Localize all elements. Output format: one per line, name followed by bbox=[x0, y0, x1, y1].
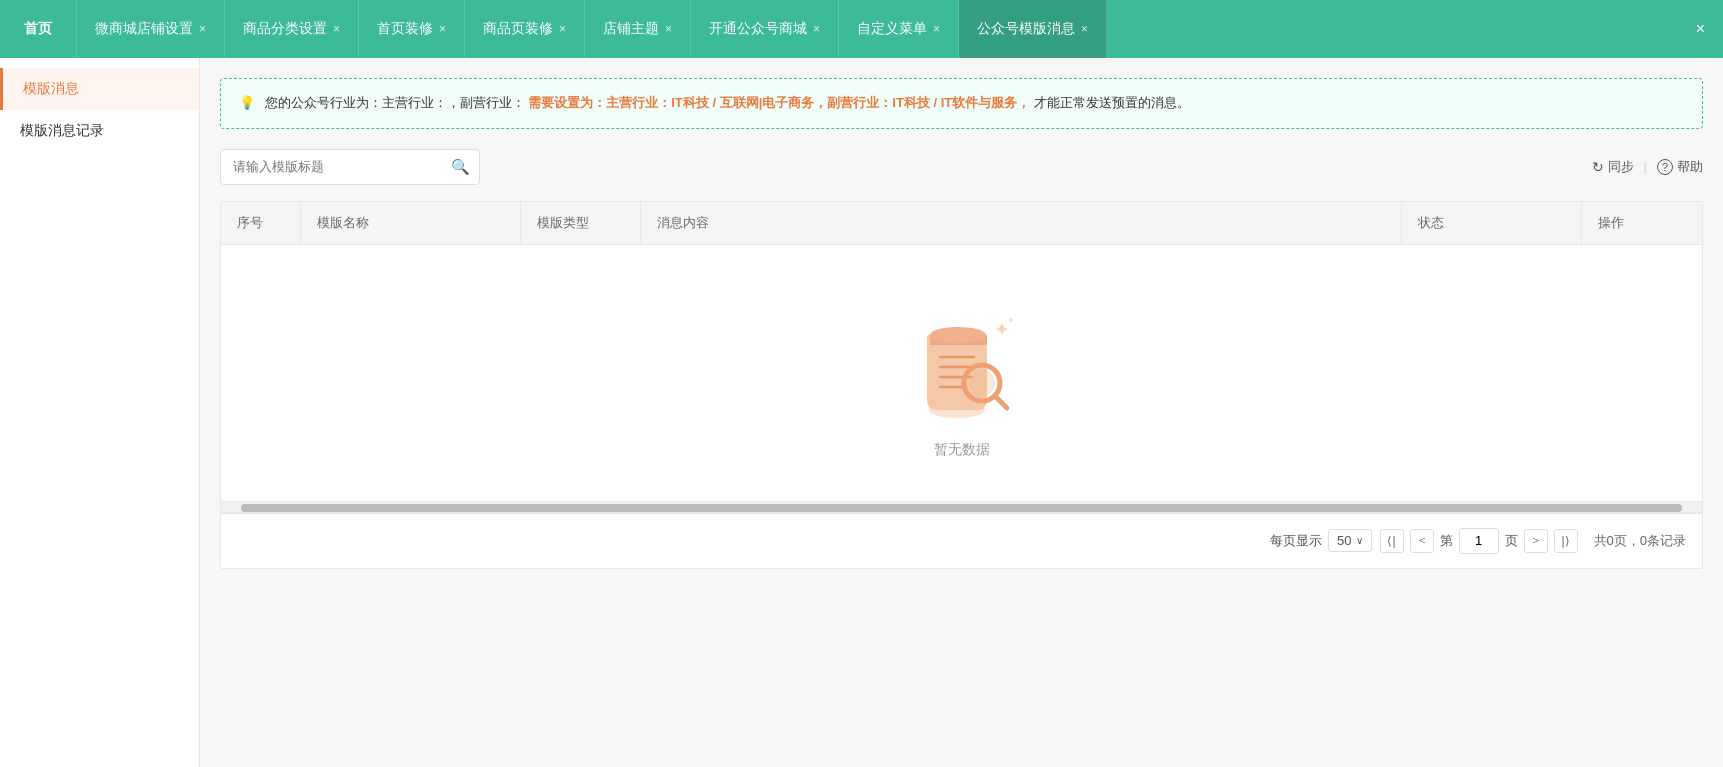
last-page-button[interactable]: |⟩ bbox=[1554, 529, 1578, 553]
th-type: 模版类型 bbox=[521, 202, 641, 244]
horizontal-scrollbar[interactable] bbox=[221, 501, 1702, 513]
notice-highlight: 需要设置为：主营行业：IT科技 / 互联网|电子商务，副营行业：IT科技 / I… bbox=[528, 95, 1030, 110]
svg-point-7 bbox=[969, 370, 995, 396]
last-page-icon: |⟩ bbox=[1561, 534, 1569, 548]
nav-tab-product-category[interactable]: 商品分类设置 × bbox=[225, 0, 359, 58]
nav-tab-product-decor[interactable]: 商品页装修 × bbox=[465, 0, 585, 58]
close-template-msg-icon[interactable]: × bbox=[1081, 22, 1088, 36]
nav-tab-open-mall[interactable]: 开通公众号商城 × bbox=[691, 0, 839, 58]
sync-button[interactable]: ↻ 同步 bbox=[1592, 158, 1634, 176]
page-size-select: 每页显示 50 ∨ bbox=[1270, 529, 1371, 552]
search-input[interactable] bbox=[220, 149, 480, 185]
th-status: 状态 bbox=[1402, 202, 1582, 244]
page-size-dropdown[interactable]: 50 ∨ bbox=[1328, 529, 1371, 552]
nav-tab-custom-menu-label: 自定义菜单 bbox=[857, 20, 927, 38]
close-custom-menu-icon[interactable]: × bbox=[933, 22, 940, 36]
nav-tab-shop-theme-label: 店铺主题 bbox=[603, 20, 659, 38]
nav-tab-home[interactable]: 首页 bbox=[0, 0, 77, 58]
empty-text: 暂无数据 bbox=[934, 441, 990, 459]
th-name: 模版名称 bbox=[301, 202, 521, 244]
page-navigation: ⟨| ＜ 第 页 ＞ |⟩ bbox=[1380, 528, 1578, 554]
close-open-mall-icon[interactable]: × bbox=[813, 22, 820, 36]
top-navigation: 首页 微商城店铺设置 × 商品分类设置 × 首页装修 × 商品页装修 × 店铺主… bbox=[0, 0, 1723, 58]
data-table: 序号 模版名称 模版类型 消息内容 状态 操作 bbox=[220, 201, 1703, 569]
sidebar-item-template-msg[interactable]: 模版消息 bbox=[0, 68, 199, 110]
nav-tab-template-msg[interactable]: 公众号模版消息 × bbox=[959, 0, 1107, 58]
svg-line-8 bbox=[995, 396, 1007, 408]
total-info: 共0页，0条记录 bbox=[1594, 532, 1686, 550]
nav-tab-product-decor-label: 商品页装修 bbox=[483, 20, 553, 38]
close-product-decor-icon[interactable]: × bbox=[559, 22, 566, 36]
nav-tab-custom-menu[interactable]: 自定义菜单 × bbox=[839, 0, 959, 58]
close-shop-theme-icon[interactable]: × bbox=[665, 22, 672, 36]
th-action-label: 操作 bbox=[1598, 215, 1624, 230]
notice-icon: 💡 bbox=[239, 93, 255, 114]
page-size-label: 每页显示 bbox=[1270, 532, 1322, 550]
empty-state: 暂无数据 bbox=[221, 245, 1702, 499]
th-seq: 序号 bbox=[221, 202, 301, 244]
page-number-input[interactable] bbox=[1459, 528, 1499, 554]
nav-tab-wechat-shop-label: 微商城店铺设置 bbox=[95, 20, 193, 38]
th-name-label: 模版名称 bbox=[317, 215, 369, 230]
toolbar-right: ↻ 同步 | ? 帮助 bbox=[1592, 158, 1703, 176]
nav-tab-product-category-label: 商品分类设置 bbox=[243, 20, 327, 38]
nav-tab-open-mall-label: 开通公众号商城 bbox=[709, 20, 807, 38]
table-header: 序号 模版名称 模版类型 消息内容 状态 操作 bbox=[221, 202, 1702, 245]
th-type-label: 模版类型 bbox=[537, 215, 589, 230]
prev-page-button[interactable]: ＜ bbox=[1410, 529, 1434, 553]
close-wechat-shop-icon[interactable]: × bbox=[199, 22, 206, 36]
notice-suffix: 才能正常发送预置的消息。 bbox=[1034, 95, 1190, 110]
sync-label: 同步 bbox=[1608, 158, 1634, 176]
next-page-icon: ＞ bbox=[1530, 532, 1542, 549]
sidebar-item-template-msg-label: 模版消息 bbox=[23, 80, 79, 96]
search-input-wrap: 🔍 bbox=[220, 149, 480, 185]
next-page-button[interactable]: ＞ bbox=[1524, 529, 1548, 553]
sync-icon: ↻ bbox=[1592, 159, 1604, 175]
nav-tab-home-decor[interactable]: 首页装修 × bbox=[359, 0, 465, 58]
nav-tab-shop-theme[interactable]: 店铺主题 × bbox=[585, 0, 691, 58]
nav-tab-wechat-shop[interactable]: 微商城店铺设置 × bbox=[77, 0, 225, 58]
first-page-button[interactable]: ⟨| bbox=[1380, 529, 1404, 553]
th-status-label: 状态 bbox=[1418, 215, 1444, 230]
th-action: 操作 bbox=[1582, 202, 1702, 244]
close-all-icon: × bbox=[1696, 20, 1705, 37]
nav-tab-home-label: 首页 bbox=[24, 20, 52, 38]
close-product-category-icon[interactable]: × bbox=[333, 22, 340, 36]
first-page-icon: ⟨| bbox=[1387, 534, 1395, 548]
close-home-decor-icon[interactable]: × bbox=[439, 22, 446, 36]
sidebar-item-template-msg-record[interactable]: 模版消息记录 bbox=[0, 110, 199, 152]
sidebar-item-template-msg-record-label: 模版消息记录 bbox=[20, 122, 104, 138]
prev-page-icon: ＜ bbox=[1416, 532, 1428, 549]
close-all-button[interactable]: × bbox=[1678, 20, 1723, 38]
search-icon[interactable]: 🔍 bbox=[451, 158, 470, 176]
th-content: 消息内容 bbox=[641, 202, 1402, 244]
notice-box: 💡 您的公众号行业为：主营行业：，副营行业： 需要设置为：主营行业：IT科技 /… bbox=[220, 78, 1703, 129]
sidebar: 模版消息 模版消息记录 bbox=[0, 58, 200, 767]
content-area: 💡 您的公众号行业为：主营行业：，副营行业： 需要设置为：主营行业：IT科技 /… bbox=[200, 58, 1723, 767]
th-content-label: 消息内容 bbox=[657, 215, 709, 230]
scrollbar-thumb[interactable] bbox=[241, 504, 1682, 512]
help-label: 帮助 bbox=[1677, 158, 1703, 176]
page-label-pre: 第 bbox=[1440, 532, 1453, 550]
help-icon: ? bbox=[1657, 159, 1673, 175]
chevron-down-icon: ∨ bbox=[1356, 535, 1363, 546]
nav-tab-home-decor-label: 首页装修 bbox=[377, 20, 433, 38]
th-seq-label: 序号 bbox=[237, 215, 263, 230]
page-label-post: 页 bbox=[1505, 532, 1518, 550]
main-layout: 模版消息 模版消息记录 💡 您的公众号行业为：主营行业：，副营行业： 需要设置为… bbox=[0, 58, 1723, 767]
search-bar: 🔍 ↻ 同步 | ? 帮助 bbox=[220, 149, 1703, 185]
svg-point-1 bbox=[930, 327, 986, 343]
page-size-value: 50 bbox=[1337, 533, 1351, 548]
nav-tab-template-msg-label: 公众号模版消息 bbox=[977, 20, 1075, 38]
empty-illustration bbox=[902, 305, 1022, 425]
pagination: 每页显示 50 ∨ ⟨| ＜ 第 页 bbox=[221, 513, 1702, 568]
notice-prefix: 您的公众号行业为：主营行业：，副营行业： bbox=[265, 95, 525, 110]
toolbar-divider: | bbox=[1644, 159, 1647, 174]
help-button[interactable]: ? 帮助 bbox=[1657, 158, 1703, 176]
